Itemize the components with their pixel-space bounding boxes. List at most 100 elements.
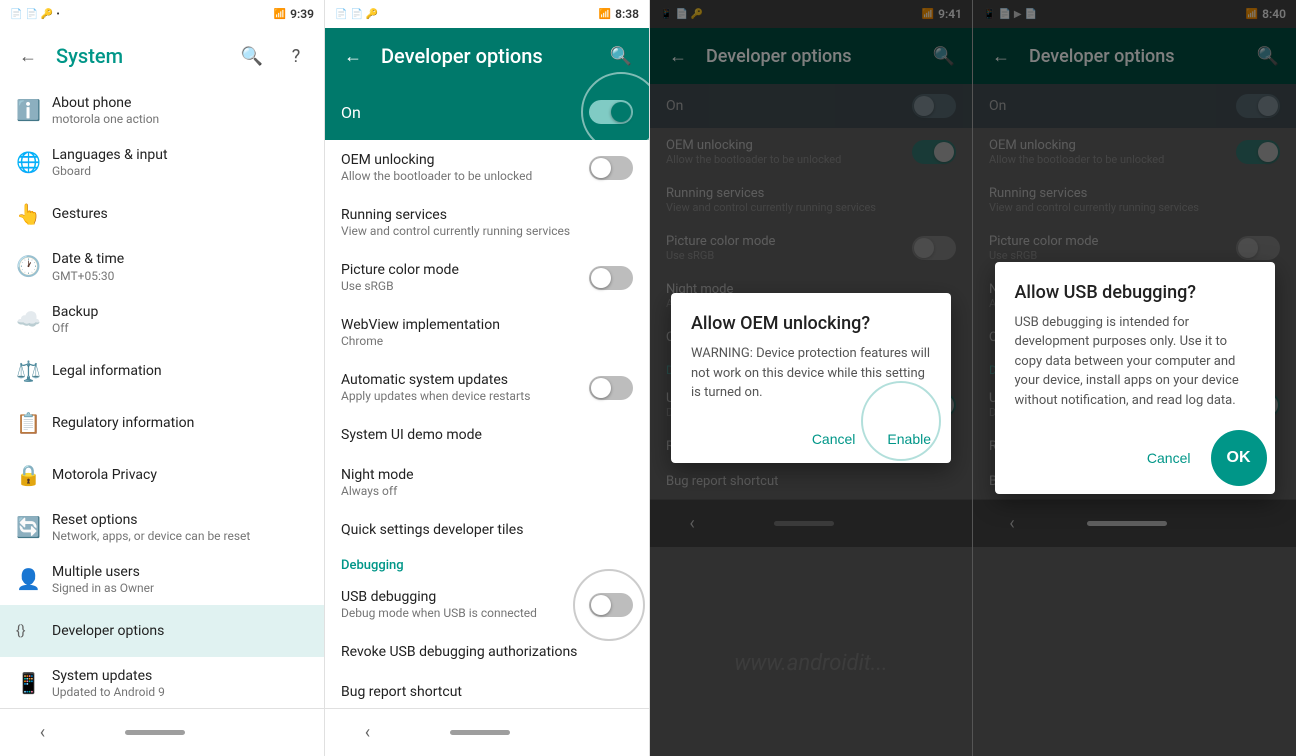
bottom-nav-2: ‹ — [325, 708, 649, 756]
status-bar-2: 📄📄🔑 📶 8:38 — [325, 0, 649, 28]
clock-icon: 🕐 — [16, 254, 52, 278]
language-sub: Gboard — [52, 164, 308, 178]
oem-toggle[interactable] — [589, 156, 633, 180]
back-icon-2[interactable]: ← — [337, 40, 369, 72]
oem-dialog-title: Allow OEM unlocking? — [671, 293, 951, 344]
oem-label: OEM unlocking — [341, 152, 589, 168]
sidebar-item-reset[interactable]: 🔄 Reset options Network, apps, or device… — [0, 501, 324, 553]
usb-debug-label: USB debugging — [341, 589, 589, 605]
back-nav-btn[interactable]: ‹ — [40, 722, 45, 743]
sidebar-list: ℹ️ About phone motorola one action 🌐 Lan… — [0, 84, 324, 708]
setting-night-mode[interactable]: Night mode Always off — [325, 455, 649, 510]
sidebar-item-privacy[interactable]: 🔒 Motorola Privacy — [0, 449, 324, 501]
oem-dialog-actions: Cancel Enable — [671, 419, 951, 463]
back-nav-btn-2[interactable]: ‹ — [365, 722, 370, 743]
reset-label: Reset options — [52, 511, 308, 529]
auto-updates-toggle[interactable] — [589, 376, 633, 400]
toolbar-2: ← Developer options 🔍 — [325, 28, 649, 84]
setting-quick-tiles[interactable]: Quick settings developer tiles — [325, 510, 649, 550]
setting-auto-updates[interactable]: Automatic system updates Apply updates w… — [325, 360, 649, 415]
privacy-icon: 🔒 — [16, 463, 52, 487]
picture-desc: Use sRGB — [341, 279, 589, 293]
status-icons-left: 📄📄🔑• — [10, 9, 60, 20]
usb-dialog-overlay: Allow USB debugging? USB debugging is in… — [973, 0, 1296, 756]
picture-label: Picture color mode — [341, 262, 589, 278]
revoke-usb-label: Revoke USB debugging authorizations — [341, 644, 633, 660]
panel-system-settings: 📄📄🔑• 📶 9:39 ← System 🔍 ? ℹ️ About phone … — [0, 0, 325, 756]
setting-oem-unlock[interactable]: OEM unlocking Allow the bootloader to be… — [325, 140, 649, 195]
status-bar-1: 📄📄🔑• 📶 9:39 — [0, 0, 324, 28]
usb-ok-button[interactable]: OK — [1211, 430, 1267, 486]
oem-enable-button[interactable]: Enable — [875, 423, 943, 455]
back-icon[interactable]: ← — [12, 40, 44, 72]
running-desc: View and control currently running servi… — [341, 224, 633, 238]
usb-cancel-button[interactable]: Cancel — [1135, 442, 1203, 474]
setting-webview[interactable]: WebView implementation Chrome — [325, 305, 649, 360]
help-icon[interactable]: ? — [280, 40, 312, 72]
sidebar-item-gestures[interactable]: 👆 Gestures — [0, 188, 324, 240]
developer-label: Developer options — [52, 622, 308, 640]
home-nav-bar-2[interactable] — [450, 730, 510, 735]
about-label: About phone — [52, 94, 308, 112]
night-mode-desc: Always off — [341, 484, 633, 498]
sidebar-item-language[interactable]: 🌐 Languages & input Gboard — [0, 136, 324, 188]
ui-demo-label: System UI demo mode — [341, 427, 633, 443]
updates-label: System updates — [52, 667, 308, 685]
usb-dialog-title: Allow USB debugging? — [995, 262, 1275, 313]
quick-tiles-label: Quick settings developer tiles — [341, 522, 633, 538]
info-icon: ℹ️ — [16, 98, 52, 122]
auto-updates-desc: Apply updates when device restarts — [341, 389, 589, 403]
bug-report-label: Bug report shortcut — [341, 684, 633, 700]
auto-updates-label: Automatic system updates — [341, 372, 589, 388]
picture-toggle[interactable] — [589, 266, 633, 290]
oem-cancel-button[interactable]: Cancel — [800, 423, 868, 455]
legal-icon: ⚖️ — [16, 359, 52, 383]
setting-bug-report[interactable]: Bug report shortcut — [325, 672, 649, 708]
legal-label: Legal information — [52, 362, 308, 380]
panel-developer-options: 📄📄🔑 📶 8:38 ← Developer options 🔍 On OEM … — [325, 0, 650, 756]
on-header: On — [325, 84, 649, 140]
page-title-2: Developer options — [381, 44, 593, 68]
sidebar-item-about[interactable]: ℹ️ About phone motorola one action — [0, 84, 324, 136]
setting-running-services[interactable]: Running services View and control curren… — [325, 195, 649, 250]
night-mode-label: Night mode — [341, 467, 633, 483]
search-icon-2[interactable]: 🔍 — [605, 40, 637, 72]
reset-icon: 🔄 — [16, 515, 52, 539]
bottom-nav-1: ‹ — [0, 708, 324, 756]
sidebar-item-datetime[interactable]: 🕐 Date & time GMT+05:30 — [0, 240, 324, 292]
setting-usb-debug[interactable]: USB debugging Debug mode when USB is con… — [325, 577, 649, 632]
oem-dialog: Allow OEM unlocking? WARNING: Device pro… — [671, 293, 951, 463]
setting-ui-demo[interactable]: System UI demo mode — [325, 415, 649, 455]
search-icon[interactable]: 🔍 — [236, 40, 268, 72]
reset-sub: Network, apps, or device can be reset — [52, 529, 308, 543]
gesture-icon: 👆 — [16, 202, 52, 226]
gestures-label: Gestures — [52, 205, 308, 223]
status-icons-2-left: 📄📄🔑 — [335, 9, 378, 20]
usb-debug-toggle[interactable] — [589, 593, 633, 617]
on-label: On — [341, 103, 589, 122]
toolbar-1: ← System 🔍 ? — [0, 28, 324, 84]
setting-picture-color[interactable]: Picture color mode Use sRGB — [325, 250, 649, 305]
sidebar-item-developer[interactable]: {} Developer options — [0, 605, 324, 657]
sidebar-item-users[interactable]: 👤 Multiple users Signed in as Owner — [0, 553, 324, 605]
system-icon: 📱 — [16, 671, 52, 695]
users-sub: Signed in as Owner — [52, 581, 308, 595]
developer-icon: {} — [16, 623, 52, 639]
on-toggle[interactable] — [589, 100, 633, 124]
regulatory-label: Regulatory information — [52, 414, 308, 432]
oem-desc: Allow the bootloader to be unlocked — [341, 169, 589, 183]
webview-desc: Chrome — [341, 334, 633, 348]
home-nav-bar[interactable] — [125, 730, 185, 735]
setting-revoke-usb[interactable]: Revoke USB debugging authorizations — [325, 632, 649, 672]
users-icon: 👤 — [16, 567, 52, 591]
users-label: Multiple users — [52, 563, 308, 581]
sidebar-item-legal[interactable]: ⚖️ Legal information — [0, 345, 324, 397]
sidebar-item-backup[interactable]: ☁️ Backup Off — [0, 293, 324, 345]
backup-icon: ☁️ — [16, 307, 52, 331]
usb-dialog-body: USB debugging is intended for developmen… — [995, 313, 1275, 427]
debugging-header: Debugging — [325, 550, 649, 577]
language-label: Languages & input — [52, 146, 308, 164]
sidebar-item-regulatory[interactable]: 📋 Regulatory information — [0, 397, 324, 449]
regulatory-icon: 📋 — [16, 411, 52, 435]
sidebar-item-system-updates[interactable]: 📱 System updates Updated to Android 9 — [0, 657, 324, 708]
